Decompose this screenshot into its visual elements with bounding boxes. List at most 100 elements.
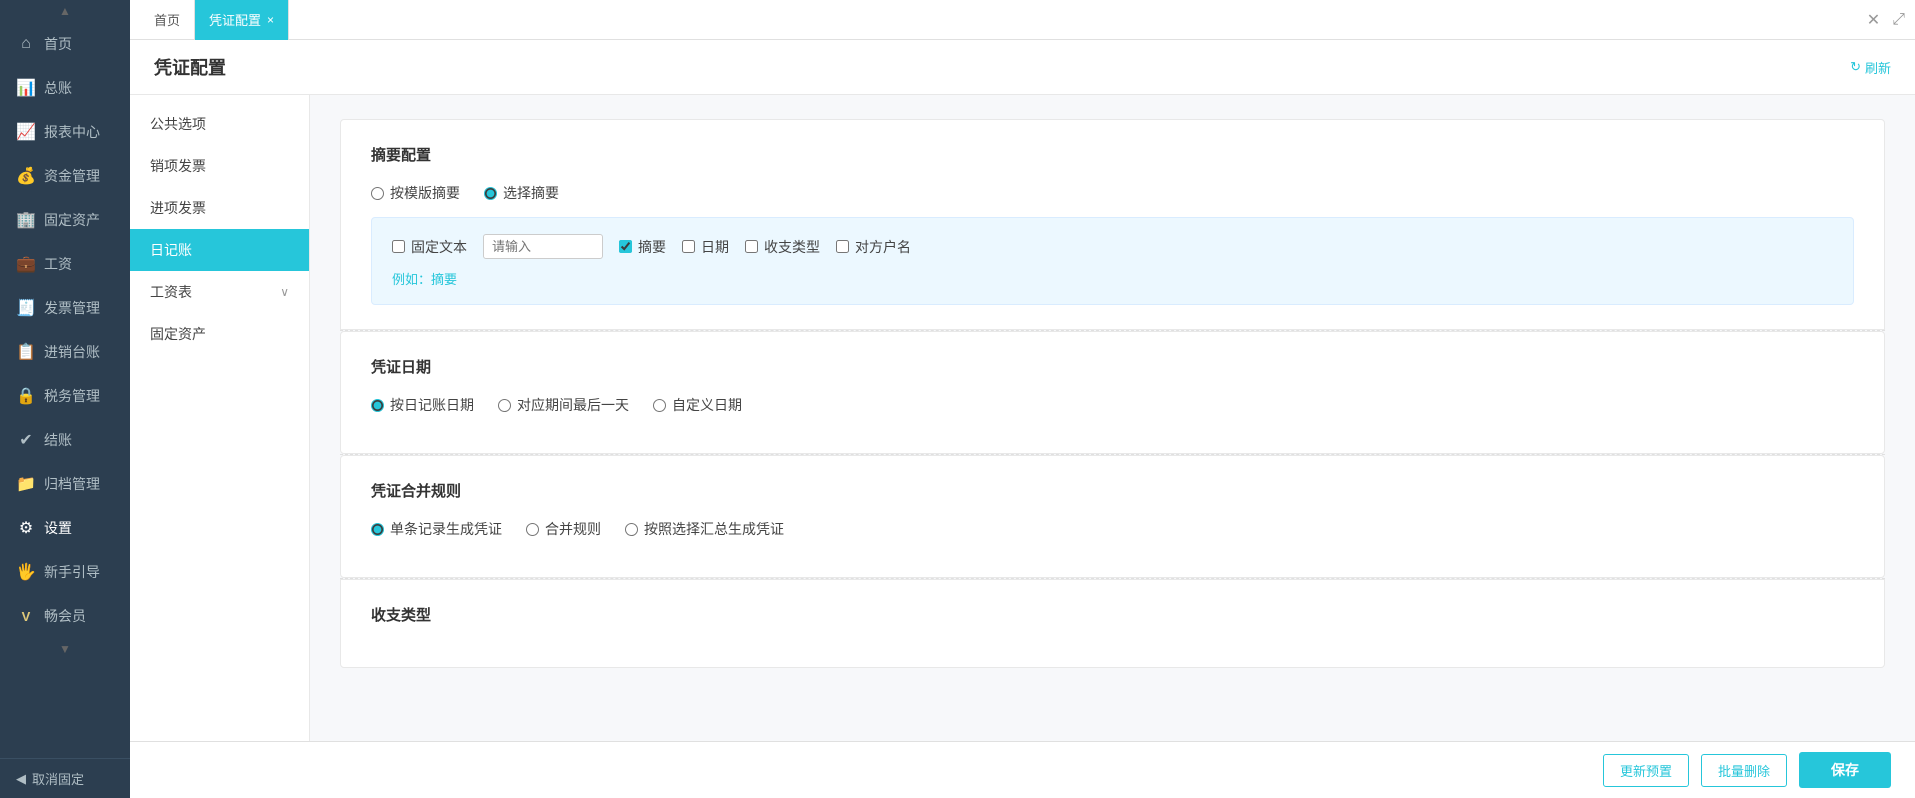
- checkbox-date-label[interactable]: 日期: [682, 237, 729, 257]
- checkbox-date-input[interactable]: [682, 240, 695, 253]
- save-button[interactable]: 保存: [1799, 752, 1891, 788]
- checkbox-fixed-text-input[interactable]: [392, 240, 405, 253]
- income-expense-title: 收支类型: [371, 604, 1854, 625]
- right-content: 摘要配置 按模版摘要 选择摘要 固定文本: [310, 95, 1915, 741]
- purchase-sales-icon: 📋: [16, 342, 36, 362]
- inner-layout: 公共选项 销项发票 进项发票 日记账 工资表 ∨ 固定资产 摘要配置: [130, 95, 1915, 741]
- pin-icon: ◀: [16, 771, 26, 787]
- sidebar-item-archive[interactable]: 📁 归档管理: [0, 462, 130, 506]
- left-nav: 公共选项 销项发票 进项发票 日记账 工资表 ∨ 固定资产: [130, 95, 310, 741]
- left-nav-journal[interactable]: 日记账: [130, 229, 309, 271]
- sidebar-item-assets[interactable]: 🏢 固定资产: [0, 198, 130, 242]
- settings-icon: ⚙: [16, 518, 36, 538]
- home-icon: ⌂: [16, 35, 36, 53]
- radio-merge-label[interactable]: 合并规则: [526, 519, 601, 539]
- summary-config-box: 固定文本 摘要 日期 收支类型: [371, 217, 1854, 305]
- tab-home[interactable]: 首页: [140, 0, 195, 40]
- invoice-mgmt-icon: 🧾: [16, 298, 36, 318]
- checkbox-income-expense-label[interactable]: 收支类型: [745, 237, 820, 257]
- tab-bar-actions: ✕ ⤢: [1867, 10, 1905, 30]
- radio-single-label[interactable]: 单条记录生成凭证: [371, 519, 502, 539]
- tax-icon: 🔒: [16, 386, 36, 406]
- tab-bar: 首页 凭证配置 × ✕ ⤢: [130, 0, 1915, 40]
- sidebar-item-purchase-sales[interactable]: 📋 进销台账: [0, 330, 130, 374]
- checkbox-summary-label[interactable]: 摘要: [619, 237, 666, 257]
- radio-select-input[interactable]: [484, 187, 497, 200]
- update-preview-button[interactable]: 更新预置: [1603, 754, 1689, 787]
- batch-delete-button[interactable]: 批量删除: [1701, 754, 1787, 787]
- funds-icon: 💰: [16, 166, 36, 186]
- chevron-down-icon: ∨: [280, 285, 289, 299]
- radio-select-label[interactable]: 选择摘要: [484, 183, 559, 203]
- radio-merge-input[interactable]: [526, 523, 539, 536]
- sidebar-item-guide[interactable]: 🖐 新手引导: [0, 550, 130, 594]
- sidebar-item-vip[interactable]: V 畅会员: [0, 594, 130, 638]
- sidebar-item-tax[interactable]: 🔒 税务管理: [0, 374, 130, 418]
- page-header: 凭证配置 ↻ 刷新: [130, 40, 1915, 95]
- sidebar-item-ledger[interactable]: 📊 总账: [0, 66, 130, 110]
- checkbox-summary-input[interactable]: [619, 240, 632, 253]
- radio-custom-date-input[interactable]: [653, 399, 666, 412]
- left-nav-sales-invoice[interactable]: 销项发票: [130, 145, 309, 187]
- archive-icon: 📁: [16, 474, 36, 494]
- left-nav-public[interactable]: 公共选项: [130, 103, 309, 145]
- merge-rules-section: 凭证合并规则 单条记录生成凭证 合并规则 按照选择汇总生成凭证: [340, 455, 1885, 578]
- summary-example: 例如：摘要: [392, 269, 1833, 288]
- sidebar-item-closing[interactable]: ✔ 结账: [0, 418, 130, 462]
- summary-config-title: 摘要配置: [371, 144, 1854, 165]
- left-nav-payroll-table[interactable]: 工资表 ∨: [130, 271, 309, 313]
- refresh-button[interactable]: ↻ 刷新: [1850, 58, 1891, 77]
- fixed-text-input[interactable]: [483, 234, 603, 259]
- sidebar-item-home[interactable]: ⌂ 首页: [0, 22, 130, 66]
- radio-template-input[interactable]: [371, 187, 384, 200]
- voucher-date-radio-row: 按日记账日期 对应期间最后一天 自定义日期: [371, 395, 1854, 415]
- radio-by-selection-input[interactable]: [625, 523, 638, 536]
- sidebar-scroll-down[interactable]: ▼: [0, 638, 130, 660]
- checkbox-income-expense-input[interactable]: [745, 240, 758, 253]
- reports-icon: 📈: [16, 122, 36, 142]
- sidebar-item-reports[interactable]: 📈 报表中心: [0, 110, 130, 154]
- summary-config-section: 摘要配置 按模版摘要 选择摘要 固定文本: [340, 119, 1885, 330]
- refresh-icon: ↻: [1850, 59, 1861, 75]
- radio-by-journal-input[interactable]: [371, 399, 384, 412]
- guide-icon: 🖐: [16, 562, 36, 582]
- bottom-bar: 更新预置 批量删除 保存: [130, 741, 1915, 798]
- assets-icon: 🏢: [16, 210, 36, 230]
- cancel-pin-button[interactable]: ◀ 取消固定: [0, 758, 130, 798]
- vip-icon: V: [16, 609, 36, 624]
- closing-icon: ✔: [16, 430, 36, 450]
- summary-radio-row: 按模版摘要 选择摘要: [371, 183, 1854, 203]
- merge-rules-title: 凭证合并规则: [371, 480, 1854, 501]
- sidebar-item-payroll[interactable]: 💼 工资: [0, 242, 130, 286]
- summary-options-row: 固定文本 摘要 日期 收支类型: [392, 234, 1833, 259]
- sidebar-item-invoice-mgmt[interactable]: 🧾 发票管理: [0, 286, 130, 330]
- checkbox-fixed-text-label[interactable]: 固定文本: [392, 237, 467, 257]
- window-restore-icon[interactable]: ⤢: [1892, 11, 1905, 29]
- voucher-date-section: 凭证日期 按日记账日期 对应期间最后一天 自定义日期: [340, 331, 1885, 454]
- main-area: 首页 凭证配置 × ✕ ⤢ 凭证配置 ↻ 刷新 公共选项 销项发票 进: [130, 0, 1915, 798]
- tab-close-icon[interactable]: ×: [267, 13, 274, 27]
- window-close-icon[interactable]: ✕: [1867, 10, 1880, 30]
- radio-template-label[interactable]: 按模版摘要: [371, 183, 460, 203]
- page-title: 凭证配置: [154, 54, 226, 80]
- sidebar-item-funds[interactable]: 💰 资金管理: [0, 154, 130, 198]
- radio-single-input[interactable]: [371, 523, 384, 536]
- radio-last-day-label[interactable]: 对应期间最后一天: [498, 395, 629, 415]
- radio-by-selection-label[interactable]: 按照选择汇总生成凭证: [625, 519, 784, 539]
- tab-voucher-config[interactable]: 凭证配置 ×: [195, 0, 289, 40]
- sidebar-item-settings[interactable]: ⚙ 设置: [0, 506, 130, 550]
- income-expense-section: 收支类型: [340, 579, 1885, 668]
- ledger-icon: 📊: [16, 78, 36, 98]
- merge-rules-radio-row: 单条记录生成凭证 合并规则 按照选择汇总生成凭证: [371, 519, 1854, 539]
- radio-by-journal-label[interactable]: 按日记账日期: [371, 395, 474, 415]
- left-nav-purchase-invoice[interactable]: 进项发票: [130, 187, 309, 229]
- sidebar-scroll-up[interactable]: ▲: [0, 0, 130, 22]
- sidebar: ▲ ⌂ 首页 📊 总账 📈 报表中心 💰 资金管理 🏢 固定资产 💼 工资 🧾 …: [0, 0, 130, 798]
- checkbox-counterpart-label[interactable]: 对方户名: [836, 237, 911, 257]
- payroll-icon: 💼: [16, 254, 36, 274]
- radio-custom-date-label[interactable]: 自定义日期: [653, 395, 742, 415]
- voucher-date-title: 凭证日期: [371, 356, 1854, 377]
- radio-last-day-input[interactable]: [498, 399, 511, 412]
- left-nav-fixed-assets[interactable]: 固定资产: [130, 313, 309, 355]
- checkbox-counterpart-input[interactable]: [836, 240, 849, 253]
